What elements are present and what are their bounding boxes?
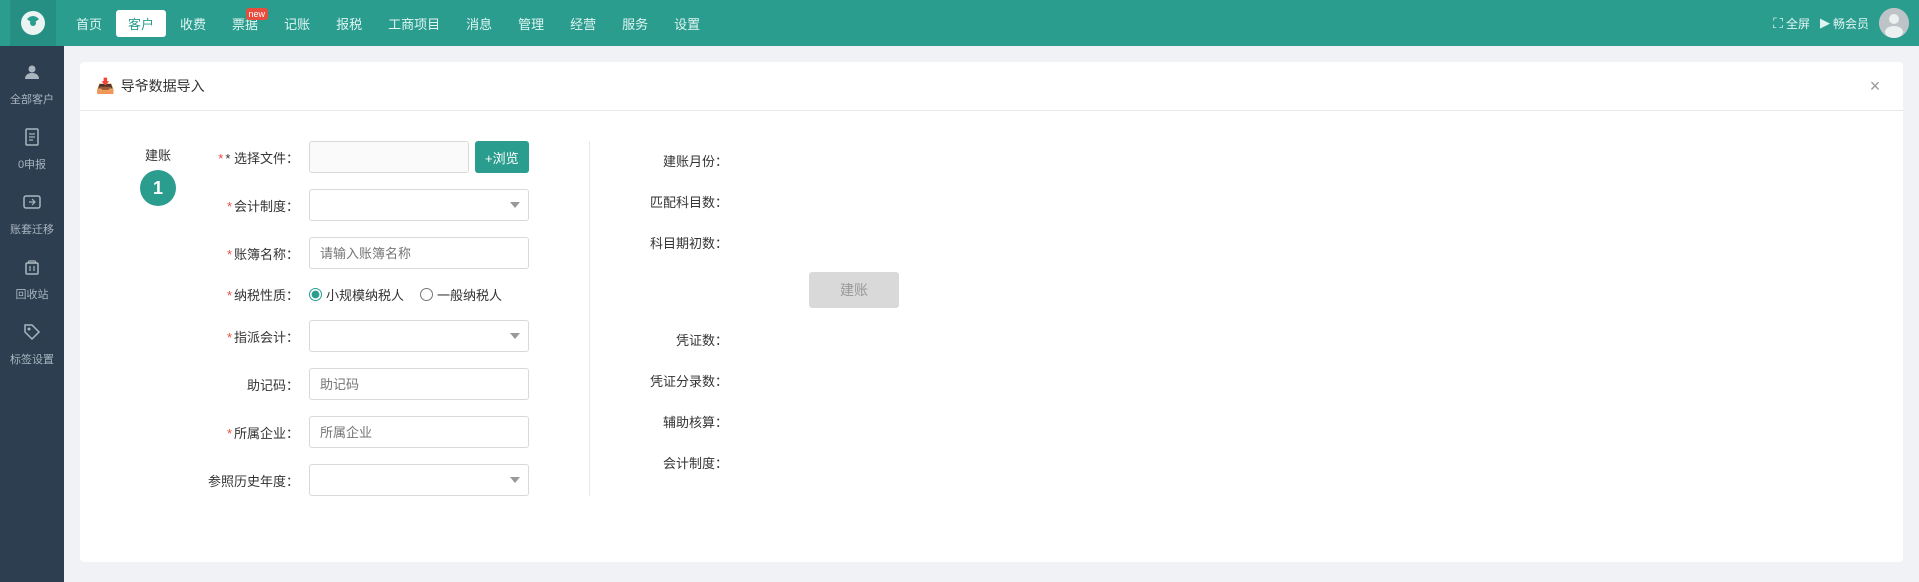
accountant-select[interactable] <box>309 320 529 352</box>
match-subject-value <box>738 190 970 192</box>
build-button[interactable]: 建账 <box>809 272 899 308</box>
import-icon: 📥 <box>96 77 115 95</box>
avatar[interactable] <box>1879 8 1909 38</box>
info-section: 建账月份： 匹配科目数： 科目期初数： 建账 <box>650 141 970 472</box>
panel-title-area: 📥 导爷数据导入 <box>96 76 205 96</box>
account-migration-icon <box>22 192 42 217</box>
file-label: ** 选择文件： <box>208 148 299 167</box>
build-btn-wrapper: 建账 <box>738 272 970 308</box>
tax-type-group: 小规模纳税人 一般纳税人 <box>309 285 529 304</box>
info-section-wrapper: 建账月份： 匹配科目数： 科目期初数： 建账 <box>650 141 970 496</box>
ledger-name-input[interactable] <box>309 237 529 269</box>
nav-customer[interactable]: 客户 <box>116 10 166 37</box>
memo-code-input[interactable] <box>309 368 529 400</box>
nav-billing[interactable]: 收费 <box>168 10 218 37</box>
nav-message[interactable]: 消息 <box>454 10 504 37</box>
nav-service[interactable]: 服务 <box>610 10 660 37</box>
nav-tax[interactable]: 报税 <box>324 10 374 37</box>
voucher-entries-label: 凭证分录数： <box>650 369 728 390</box>
nav-bizproject[interactable]: 工商项目 <box>376 10 452 37</box>
nav-home[interactable]: 首页 <box>64 10 114 37</box>
tax-general-radio[interactable]: 一般纳税人 <box>420 285 502 304</box>
fullscreen-btn[interactable]: ⛶ 全屏 <box>1773 15 1810 32</box>
vip-btn[interactable]: ▶ 畅会员 <box>1820 15 1869 32</box>
sidebar-item-all-customers[interactable]: 全部客户 <box>0 54 64 115</box>
app-logo[interactable] <box>10 0 56 46</box>
layout: 全部客户 0申报 账套迁移 <box>0 46 1919 582</box>
declaration-icon <box>22 127 42 152</box>
accounting-system-label: *会计制度： <box>208 196 299 215</box>
voucher-count-value <box>738 328 970 330</box>
panel-body: 建账 1 ** 选择文件： +浏览 <box>80 111 1903 526</box>
nav-ledger[interactable]: 记账 <box>272 10 322 37</box>
tag-settings-icon <box>22 322 42 347</box>
subject-opening-value <box>738 231 970 233</box>
step-form-area: 建账 1 ** 选择文件： +浏览 <box>140 141 529 496</box>
build-month-value <box>738 149 970 151</box>
main-content: 📥 导爷数据导入 × 建账 1 <box>64 46 1919 582</box>
info-accounting-system-value <box>738 451 970 453</box>
nav-right: ⛶ 全屏 ▶ 畅会员 <box>1773 8 1909 38</box>
file-input-group: +浏览 <box>309 141 529 173</box>
nav-finance[interactable]: 经营 <box>558 10 608 37</box>
subject-opening-label: 科目期初数： <box>650 231 728 252</box>
nav-settings[interactable]: 设置 <box>662 10 712 37</box>
sidebar-item-account-migration[interactable]: 账套迁移 <box>0 184 64 245</box>
recycle-icon <box>22 257 42 282</box>
new-badge: new <box>246 8 269 20</box>
vertical-divider <box>589 141 590 496</box>
fullscreen-icon: ⛶ <box>1773 15 1783 32</box>
sidebar: 全部客户 0申报 账套迁移 <box>0 46 64 582</box>
memo-code-label: 助记码： <box>208 375 299 394</box>
sidebar-item-tag-settings[interactable]: 标签设置 <box>0 314 64 375</box>
form-grid: ** 选择文件： +浏览 *会计制度： <box>208 141 529 496</box>
build-month-label: 建账月份： <box>650 149 728 170</box>
nav-invoice[interactable]: 票据 new <box>220 10 270 37</box>
reference-year-select[interactable] <box>309 464 529 496</box>
tax-small-radio[interactable]: 小规模纳税人 <box>309 285 404 304</box>
import-panel: 📥 导爷数据导入 × 建账 1 <box>80 62 1903 562</box>
panel-title: 导爷数据导入 <box>121 76 205 96</box>
company-label: *所属企业： <box>208 423 299 442</box>
accounting-system-select[interactable] <box>309 189 529 221</box>
ledger-name-label: *账簿名称： <box>208 244 299 263</box>
company-input[interactable] <box>309 416 529 448</box>
nav-manage[interactable]: 管理 <box>506 10 556 37</box>
reference-year-label: 参照历史年度： <box>208 471 299 490</box>
info-accounting-system-label: 会计制度： <box>650 451 728 472</box>
sidebar-item-recycle[interactable]: 回收站 <box>0 249 64 310</box>
step-circle: 1 <box>140 170 176 206</box>
nav-items: 首页 客户 收费 票据 new 记账 报税 工商项目 消息 管理 经营 服务 设… <box>64 10 1773 37</box>
browse-button[interactable]: +浏览 <box>475 141 529 173</box>
close-button[interactable]: × <box>1863 74 1887 98</box>
voucher-count-label: 凭证数： <box>650 328 728 349</box>
accountant-label: *指派会计： <box>208 327 299 346</box>
voucher-entries-value <box>738 369 970 371</box>
top-nav: 首页 客户 收费 票据 new 记账 报税 工商项目 消息 管理 经营 服务 设… <box>0 0 1919 46</box>
step-label: 建账 <box>145 145 171 164</box>
step-indicator: 建账 1 <box>140 141 176 206</box>
file-input[interactable] <box>309 141 469 173</box>
aux-accounting-value <box>738 410 970 412</box>
match-subject-label: 匹配科目数： <box>650 190 728 211</box>
vip-icon: ▶ <box>1820 15 1830 31</box>
tax-type-label: *纳税性质： <box>208 285 299 304</box>
panel-header: 📥 导爷数据导入 × <box>80 62 1903 111</box>
sidebar-item-declaration[interactable]: 0申报 <box>0 119 64 180</box>
all-customers-icon <box>22 62 42 87</box>
aux-accounting-label: 辅助核算： <box>650 410 728 431</box>
